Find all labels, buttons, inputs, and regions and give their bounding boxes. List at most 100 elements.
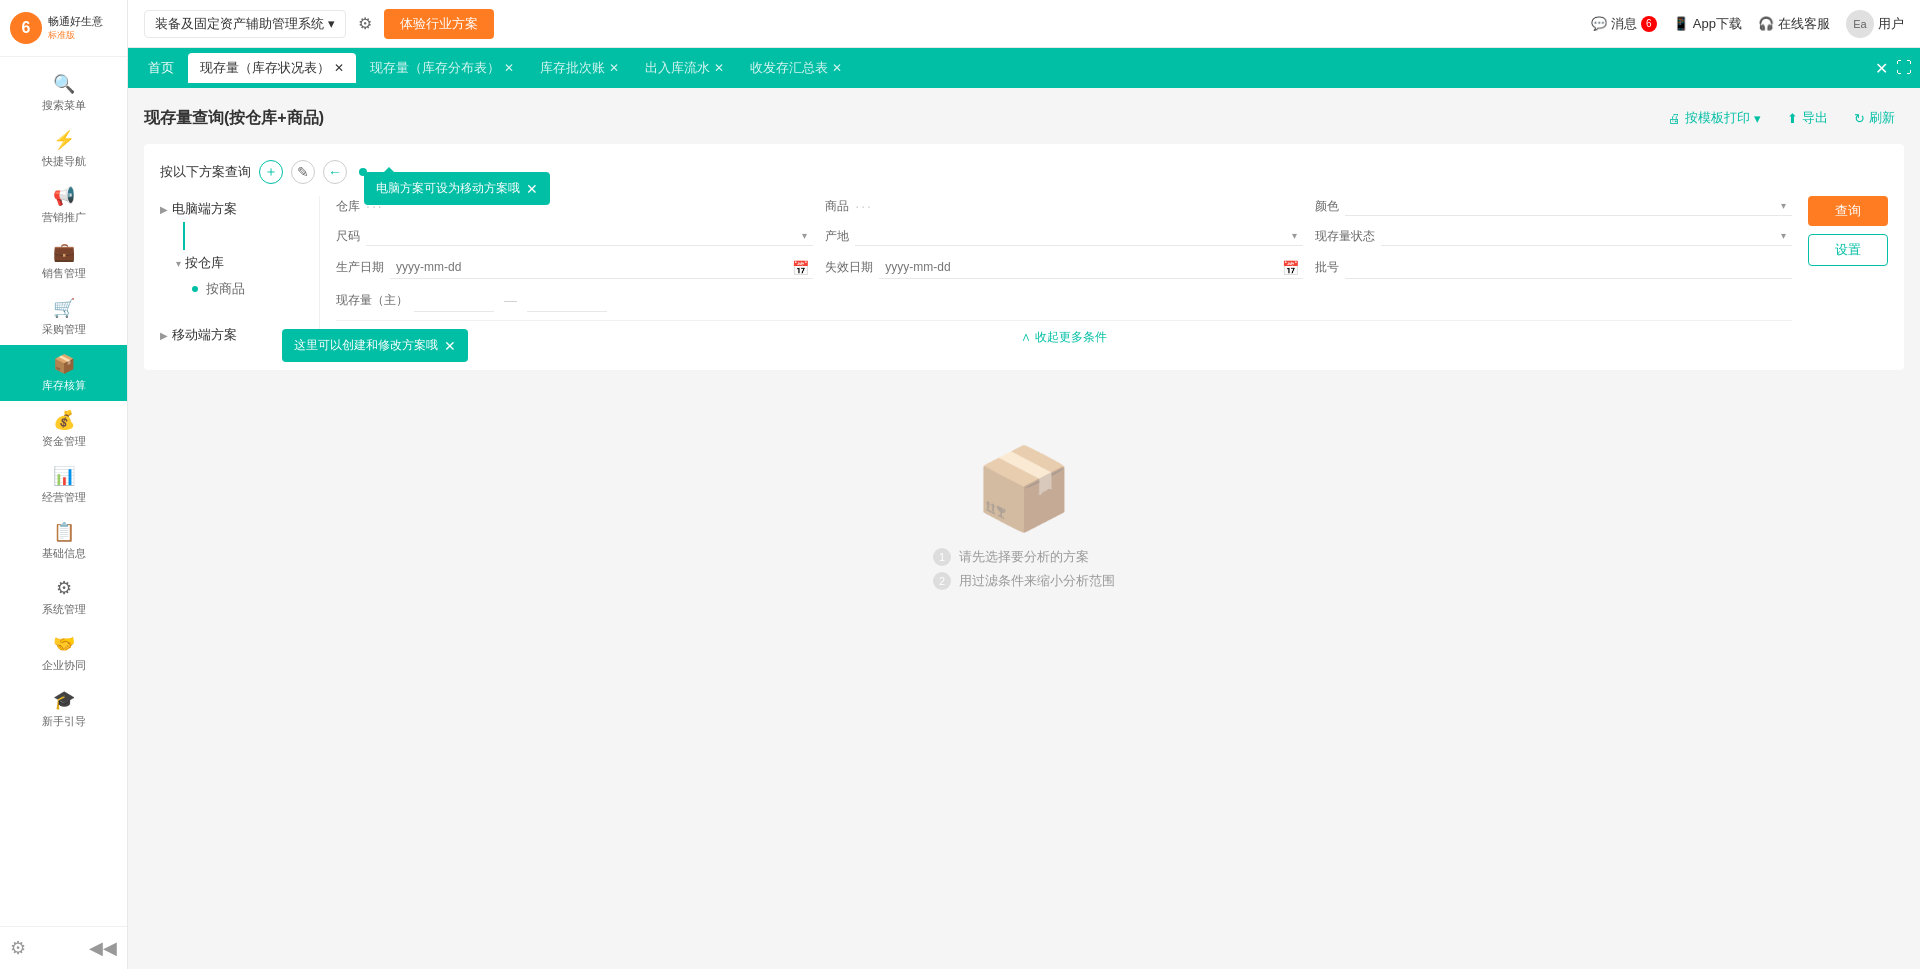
sidebar-item-system[interactable]: ⚙ 系统管理: [0, 569, 127, 625]
empty-hint-1: 1 请先选择要分析的方案: [933, 548, 1115, 566]
tab-inout-flow[interactable]: 出入库流水 ✕: [633, 53, 736, 83]
expire-date-calendar-icon: 📅: [1282, 260, 1299, 276]
sidebar-nav: 🔍 搜索菜单 ⚡ 快捷导航 📢 营销推广 💼 销售管理 🛒 采购管理 📦 库存核…: [0, 57, 127, 926]
tab-close-4[interactable]: ✕: [714, 61, 724, 75]
arrow-scheme-btn[interactable]: ←: [323, 160, 347, 184]
goods-dots: ···: [855, 198, 873, 214]
tab-bar-end: ✕ ⛶: [1875, 59, 1912, 78]
message-action[interactable]: 💬 消息 6: [1591, 15, 1657, 33]
prod-date-calendar-icon: 📅: [792, 260, 809, 276]
export-btn[interactable]: ⬆ 导出: [1778, 104, 1837, 132]
set-button[interactable]: 设置: [1808, 234, 1888, 266]
tab-inventory-status[interactable]: 现存量（库存状况表） ✕: [188, 53, 356, 83]
tab-inventory-dist[interactable]: 现存量（库存分布表） ✕: [358, 53, 526, 83]
filter-size: 尺码 ▾: [336, 226, 813, 246]
system-icon: ⚙: [56, 577, 72, 599]
sidebar-item-basic[interactable]: 📋 基础信息: [0, 513, 127, 569]
stock-status-select[interactable]: ▾: [1381, 226, 1792, 246]
online-support-action[interactable]: 🎧 在线客服: [1758, 15, 1830, 33]
scheme-goods[interactable]: 按商品: [160, 276, 307, 302]
phone-icon: 📱: [1673, 16, 1689, 31]
user-action[interactable]: Ea 用户: [1846, 10, 1904, 38]
tooltip1-close[interactable]: ✕: [526, 181, 538, 197]
stock-status-dropdown-icon: ▾: [1781, 230, 1786, 241]
sidebar-item-cooperation[interactable]: 🤝 企业协同: [0, 625, 127, 681]
color-select[interactable]: ▾: [1345, 196, 1792, 216]
tab-close-3[interactable]: ✕: [609, 61, 619, 75]
tooltip2-close[interactable]: ✕: [444, 338, 456, 354]
finance-icon: 💰: [53, 409, 75, 431]
stock-max-input[interactable]: [527, 289, 607, 312]
empty-hint-2: 2 用过滤条件来缩小分析范围: [933, 572, 1115, 590]
message-icon: 💬: [1591, 16, 1607, 31]
scheme-warehouse[interactable]: ▾ 按仓库: [160, 250, 307, 276]
batch-input[interactable]: [1345, 256, 1792, 279]
dropdown-arrow-icon: ▾: [328, 16, 335, 31]
tooltip-scheme-hint: 电脑方案可设为移动方案哦 ✕: [364, 172, 550, 205]
hint-num-1: 1: [933, 548, 951, 566]
filter-row-1: 仓库 ··· 商品 ··· 颜色 ▾: [336, 196, 1792, 216]
sidebar-bottom: ⚙ ◀◀: [0, 926, 127, 969]
quicknav-icon: ⚡: [53, 129, 75, 151]
sidebar-logo: 6 畅通好生意 标准版: [0, 0, 127, 57]
sidebar-item-sales[interactable]: 💼 销售管理: [0, 233, 127, 289]
tab-summary[interactable]: 收发存汇总表 ✕: [738, 53, 854, 83]
system-selector[interactable]: 装备及固定资产辅助管理系统 ▾: [144, 10, 346, 38]
empty-state: 📦 1 请先选择要分析的方案 2 用过滤条件来缩小分析范围: [144, 382, 1904, 650]
cooperation-icon: 🤝: [53, 633, 75, 655]
logo-text: 畅通好生意: [48, 14, 103, 28]
stock-min-input[interactable]: [414, 289, 494, 312]
scheme-mobile-arrow: ▶: [160, 330, 168, 341]
export-icon: ⬆: [1787, 111, 1798, 126]
scheme-pc-arrow: ▶: [160, 204, 168, 215]
tab-close-2[interactable]: ✕: [504, 61, 514, 75]
tab-close-1[interactable]: ✕: [334, 61, 344, 75]
scheme-pc[interactable]: ▶ 电脑端方案: [160, 196, 307, 222]
print-template-btn[interactable]: 🖨 按模板打印 ▾: [1659, 104, 1770, 132]
filter-origin: 产地 ▾: [825, 226, 1302, 246]
page-title: 现存量查询(按仓库+商品): [144, 108, 324, 129]
logo-badge: 标准版: [48, 29, 103, 42]
tab-home[interactable]: 首页: [136, 53, 186, 83]
origin-select[interactable]: ▾: [855, 226, 1302, 246]
app-download-action[interactable]: 📱 App下载: [1673, 15, 1742, 33]
content-area: 现存量查询(按仓库+商品) 🖨 按模板打印 ▾ ⬆ 导出 ↻ 刷新: [128, 88, 1920, 969]
tab-close-all-icon[interactable]: ✕: [1875, 59, 1888, 78]
trial-button[interactable]: 体验行业方案: [384, 9, 494, 39]
collapse-sidebar-icon[interactable]: ◀◀: [89, 937, 117, 959]
hint-num-2: 2: [933, 572, 951, 590]
query-button[interactable]: 查询: [1808, 196, 1888, 226]
tab-close-5[interactable]: ✕: [832, 61, 842, 75]
sidebar-item-purchase[interactable]: 🛒 采购管理: [0, 289, 127, 345]
edit-scheme-btn[interactable]: ✎: [291, 160, 315, 184]
sidebar-item-inventory[interactable]: 📦 库存核算: [0, 345, 127, 401]
filter-row-2: 尺码 ▾ 产地 ▾: [336, 226, 1792, 246]
sidebar-item-search[interactable]: 🔍 搜索菜单: [0, 65, 127, 121]
sidebar-item-tutorial[interactable]: 🎓 新手引导: [0, 681, 127, 737]
sidebar-item-marketing[interactable]: 📢 营销推广: [0, 177, 127, 233]
filter-goods: 商品 ···: [825, 196, 1302, 216]
sidebar-item-operations[interactable]: 📊 经营管理: [0, 457, 127, 513]
size-select[interactable]: ▾: [366, 226, 813, 246]
sidebar: 6 畅通好生意 标准版 🔍 搜索菜单 ⚡ 快捷导航 📢 营销推广 💼 销售管理 …: [0, 0, 128, 969]
header-settings-icon[interactable]: ⚙: [358, 14, 372, 33]
sales-icon: 💼: [53, 241, 75, 263]
tab-fullscreen-icon[interactable]: ⛶: [1896, 59, 1912, 78]
sidebar-item-quicknav[interactable]: ⚡ 快捷导航: [0, 121, 127, 177]
size-dropdown-icon: ▾: [802, 230, 807, 241]
empty-illustration: 📦: [974, 442, 1074, 536]
prod-date-input[interactable]: 📅: [390, 256, 813, 279]
add-scheme-btn[interactable]: ＋: [259, 160, 283, 184]
expire-date-input[interactable]: 📅: [879, 256, 1302, 279]
page-title-bar: 现存量查询(按仓库+商品) 🖨 按模板打印 ▾ ⬆ 导出 ↻ 刷新: [144, 104, 1904, 132]
scheme-warehouse-arrow: ▾: [176, 258, 181, 269]
scheme-line: [183, 222, 185, 250]
filter-expire-date: 失效日期 📅: [825, 256, 1302, 279]
tab-batch-account[interactable]: 库存批次账 ✕: [528, 53, 631, 83]
logo-icon: 6: [10, 12, 42, 44]
settings-bottom-icon[interactable]: ⚙: [10, 937, 26, 959]
refresh-btn[interactable]: ↻ 刷新: [1845, 104, 1904, 132]
header-left: 装备及固定资产辅助管理系统 ▾ ⚙ 体验行业方案: [144, 9, 494, 39]
collapse-btn[interactable]: ∧ 收起更多条件: [336, 320, 1792, 354]
sidebar-item-finance[interactable]: 💰 资金管理: [0, 401, 127, 457]
